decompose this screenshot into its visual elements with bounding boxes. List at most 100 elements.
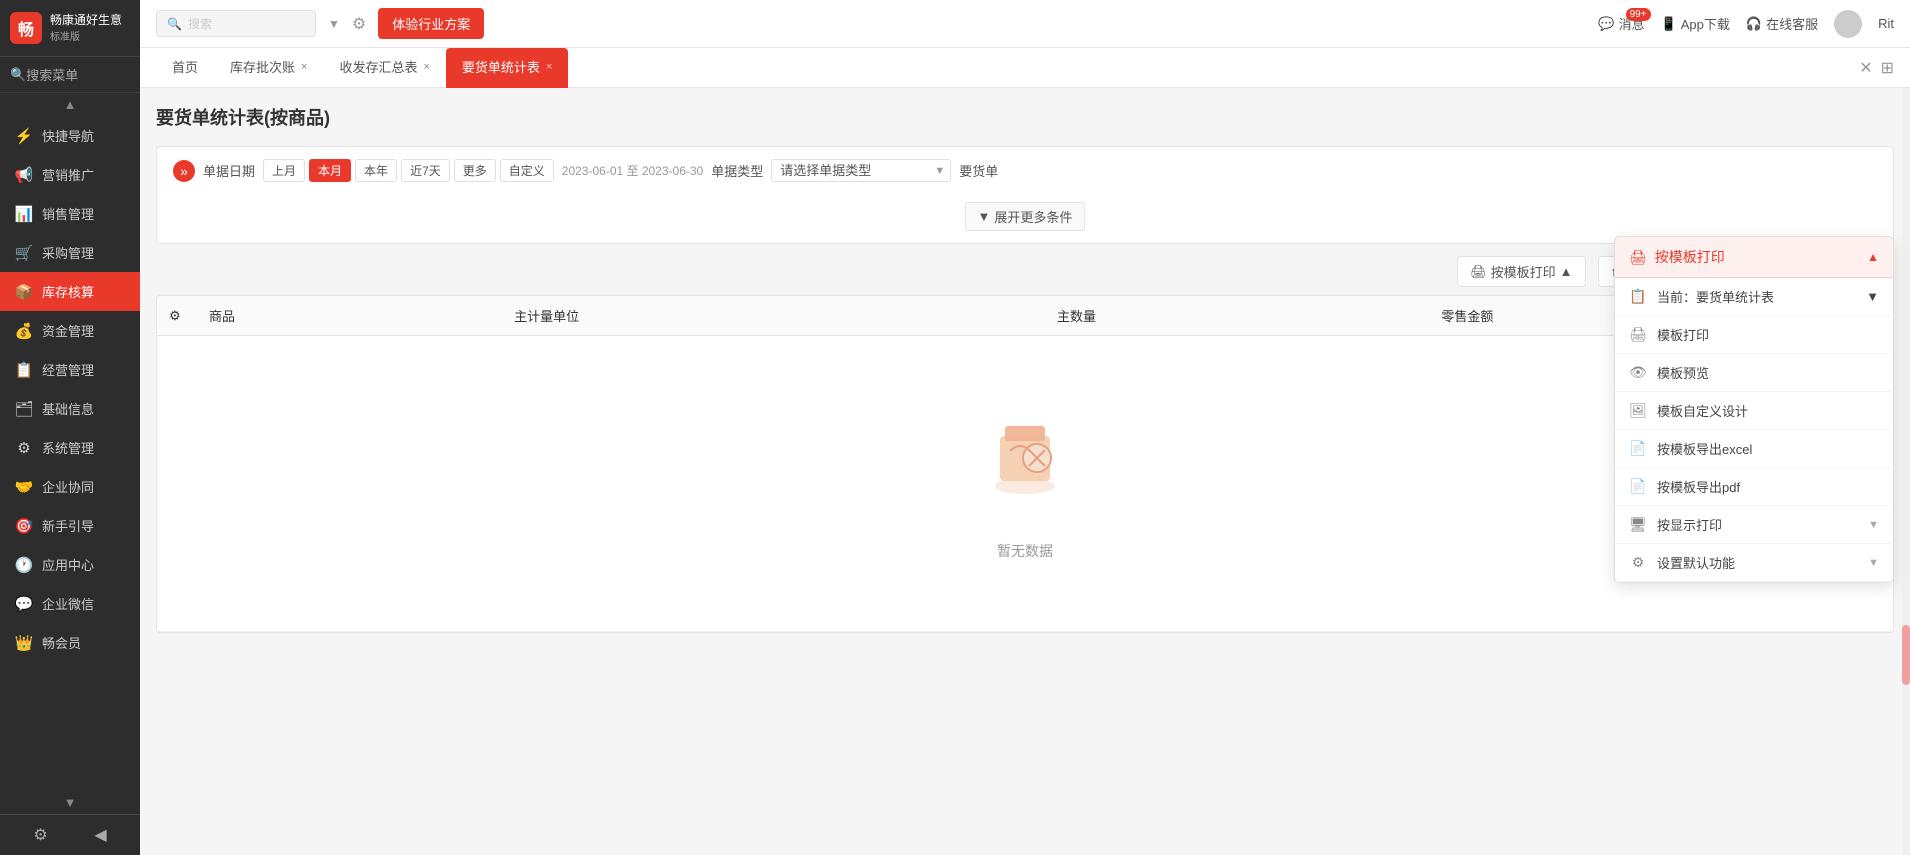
dropdown-current-template[interactable]: 📋 当前：要货单统计表 ▼ (1615, 278, 1893, 316)
print-btn[interactable]: 🖨 按模板打印 ▲ (1457, 256, 1585, 287)
more-filter-label: 要货单 (959, 161, 998, 180)
collapse-btn[interactable]: ◀ (94, 825, 106, 845)
sidebar-item-purchase[interactable]: 🛒 采购管理 (0, 233, 140, 272)
sidebar-item-system[interactable]: ⚙ 系统管理 (0, 428, 140, 467)
sidebar-item-label: 资金管理 (42, 321, 94, 340)
dropdown-template-design[interactable]: 🖼 模板自定义设计 (1615, 392, 1893, 430)
finance-icon: 💰 (14, 322, 34, 340)
scroll-up-btn[interactable]: ▲ (0, 93, 140, 116)
sidebar-item-label: 新手引导 (42, 516, 94, 535)
current-template-chevron: ▼ (1866, 289, 1879, 304)
sidebar-item-operation[interactable]: 📋 经营管理 (0, 350, 140, 389)
header-gear-icon[interactable]: ⚙ (352, 14, 366, 34)
sidebar-search[interactable]: 🔍 搜索菜单 (0, 57, 140, 93)
sidebar-item-finance[interactable]: 💰 资金管理 (0, 311, 140, 350)
sidebar-item-label: 应用中心 (42, 555, 94, 574)
type-filter-label: 单据类型 (711, 161, 763, 180)
template-preview-label: 模板预览 (1657, 363, 1709, 382)
tab-receipt-summary[interactable]: 收发存汇总表 × (323, 48, 445, 88)
sidebar-item-inventory[interactable]: 📦 库存核算 (0, 272, 140, 311)
display-print-left: 🖥 按显示打印 (1629, 515, 1722, 534)
scrollbar-thumb[interactable] (1902, 625, 1910, 685)
display-print-chevron: ▼ (1868, 519, 1879, 531)
tab-home[interactable]: 首页 (156, 48, 214, 88)
default-func-icon: ⚙ (1629, 554, 1647, 571)
app-download-icon: 📱 (1661, 16, 1677, 32)
sidebar-item-basic[interactable]: 🗂 基础信息 (0, 389, 140, 428)
expand-label: 展开更多条件 (994, 207, 1072, 226)
sidebar-item-quick-nav[interactable]: ⚡ 快捷导航 (0, 116, 140, 155)
tab-inventory-batch[interactable]: 库存批次账 × (214, 48, 323, 88)
sidebar-item-appstore[interactable]: 🕐 应用中心 (0, 545, 140, 584)
member-icon: 👑 (14, 634, 34, 652)
sidebar-item-guide[interactable]: 🎯 新手引导 (0, 506, 140, 545)
scroll-down-btn[interactable]: ▼ (0, 791, 140, 814)
dropdown-template-print[interactable]: 🖨 模板打印 (1615, 316, 1893, 354)
app-name: 畅康通好生意 (50, 13, 122, 29)
sidebar-item-enterprise[interactable]: 🤝 企业协同 (0, 467, 140, 506)
sidebar-bottom: ⚙ ◀ (0, 814, 140, 855)
display-print-icon: 🖥 (1629, 516, 1647, 533)
date-btn-prev[interactable]: 上月 (263, 159, 305, 182)
sidebar-item-label: 采购管理 (42, 243, 94, 262)
tab-inventory-batch-close[interactable]: × (301, 61, 307, 73)
expand-more-btn[interactable]: ▼ 展开更多条件 (965, 202, 1086, 231)
dropdown-template-pdf[interactable]: 📄 按模板导出pdf (1615, 468, 1893, 506)
template-excel-icon: 📄 (1629, 440, 1647, 457)
current-template-label: 当前：要货单统计表 (1657, 287, 1774, 306)
inventory-icon: 📦 (14, 283, 34, 301)
header-search-placeholder: 搜索 (188, 15, 212, 32)
filter-expand-btn[interactable]: » (173, 160, 195, 182)
template-pdf-icon: 📄 (1629, 478, 1647, 495)
date-range-display: 2023-06-01 至 2023-06-30 (562, 162, 703, 179)
sidebar-item-wechat[interactable]: 💬 企业微信 (0, 584, 140, 623)
wechat-icon: 💬 (14, 595, 34, 613)
expand-window-btn[interactable]: ⊞ (1881, 58, 1894, 78)
col-product: 商品 (197, 296, 502, 336)
date-btn-custom[interactable]: 自定义 (500, 159, 554, 182)
tab-receipt-summary-close[interactable]: × (423, 61, 429, 73)
dropdown-default-func[interactable]: ⚙ 设置默认功能 ▼ (1615, 544, 1893, 582)
quick-nav-icon: ⚡ (14, 127, 34, 145)
col-unit: 主计量单位 (502, 296, 1045, 336)
sidebar: 畅 畅康通好生意 标准版 🔍 搜索菜单 ▲ ⚡ 快捷导航 📢 营销推广 📊 销售… (0, 0, 140, 855)
trial-btn[interactable]: 体验行业方案 (378, 8, 484, 39)
username-label: Rit (1878, 16, 1894, 31)
type-select[interactable]: 请选择单据类型 (771, 159, 951, 182)
date-btn-current[interactable]: 本月 (309, 159, 351, 182)
app-download-btn[interactable]: 📱 App下载 (1661, 14, 1730, 33)
close-window-btn[interactable]: ✕ (1859, 58, 1872, 78)
messages-btn[interactable]: 💬 消息 99+ (1598, 14, 1644, 33)
sidebar-logo: 畅 畅康通好生意 标准版 (0, 0, 140, 57)
dropdown-template-preview[interactable]: 👁 模板预览 (1615, 354, 1893, 392)
header-chevron-icon[interactable]: ▼ (328, 17, 340, 31)
page-scrollbar[interactable] (1902, 88, 1910, 855)
date-filter-btns: 上月 本月 本年 近7天 更多 自定义 (263, 159, 554, 182)
settings-bottom-btn[interactable]: ⚙ (33, 825, 47, 845)
tab-order-stats-close[interactable]: × (546, 61, 552, 73)
dropdown-display-print[interactable]: 🖥 按显示打印 ▼ (1615, 506, 1893, 544)
service-icon: 🎧 (1746, 16, 1762, 32)
sidebar-item-member[interactable]: 👑 畅会员 (0, 623, 140, 662)
template-preview-icon: 👁 (1629, 364, 1647, 381)
messages-badge: 99+ (1626, 8, 1651, 21)
main-area: 🔍 搜索 ▼ ⚙ 体验行业方案 💬 消息 99+ 📱 App下载 🎧 在线客服 … (140, 0, 1910, 855)
display-print-label: 按显示打印 (1657, 515, 1722, 534)
sidebar-item-marketing[interactable]: 📢 营销推广 (0, 155, 140, 194)
dropdown-header: 🖨 按模板打印 ▲ (1615, 237, 1893, 278)
default-func-left: ⚙ 设置默认功能 (1629, 553, 1735, 572)
date-btn-thisyear[interactable]: 本年 (355, 159, 397, 182)
online-service-btn[interactable]: 🎧 在线客服 (1746, 14, 1818, 33)
sidebar-item-sales[interactable]: 📊 销售管理 (0, 194, 140, 233)
dropdown-collapse-btn[interactable]: ▲ (1867, 250, 1879, 264)
date-btn-more[interactable]: 更多 (454, 159, 496, 182)
user-avatar[interactable] (1834, 10, 1862, 38)
tab-order-stats[interactable]: 要货单统计表 × (446, 48, 568, 88)
dropdown-template-excel[interactable]: 📄 按模板导出excel (1615, 430, 1893, 468)
col-settings[interactable]: ⚙ (157, 296, 197, 336)
sidebar-item-label: 经营管理 (42, 360, 94, 379)
date-btn-7days[interactable]: 近7天 (401, 159, 450, 182)
tab-order-stats-label: 要货单统计表 (462, 57, 540, 76)
header-search-box[interactable]: 🔍 搜索 (156, 10, 316, 37)
sidebar-item-label: 快捷导航 (42, 126, 94, 145)
